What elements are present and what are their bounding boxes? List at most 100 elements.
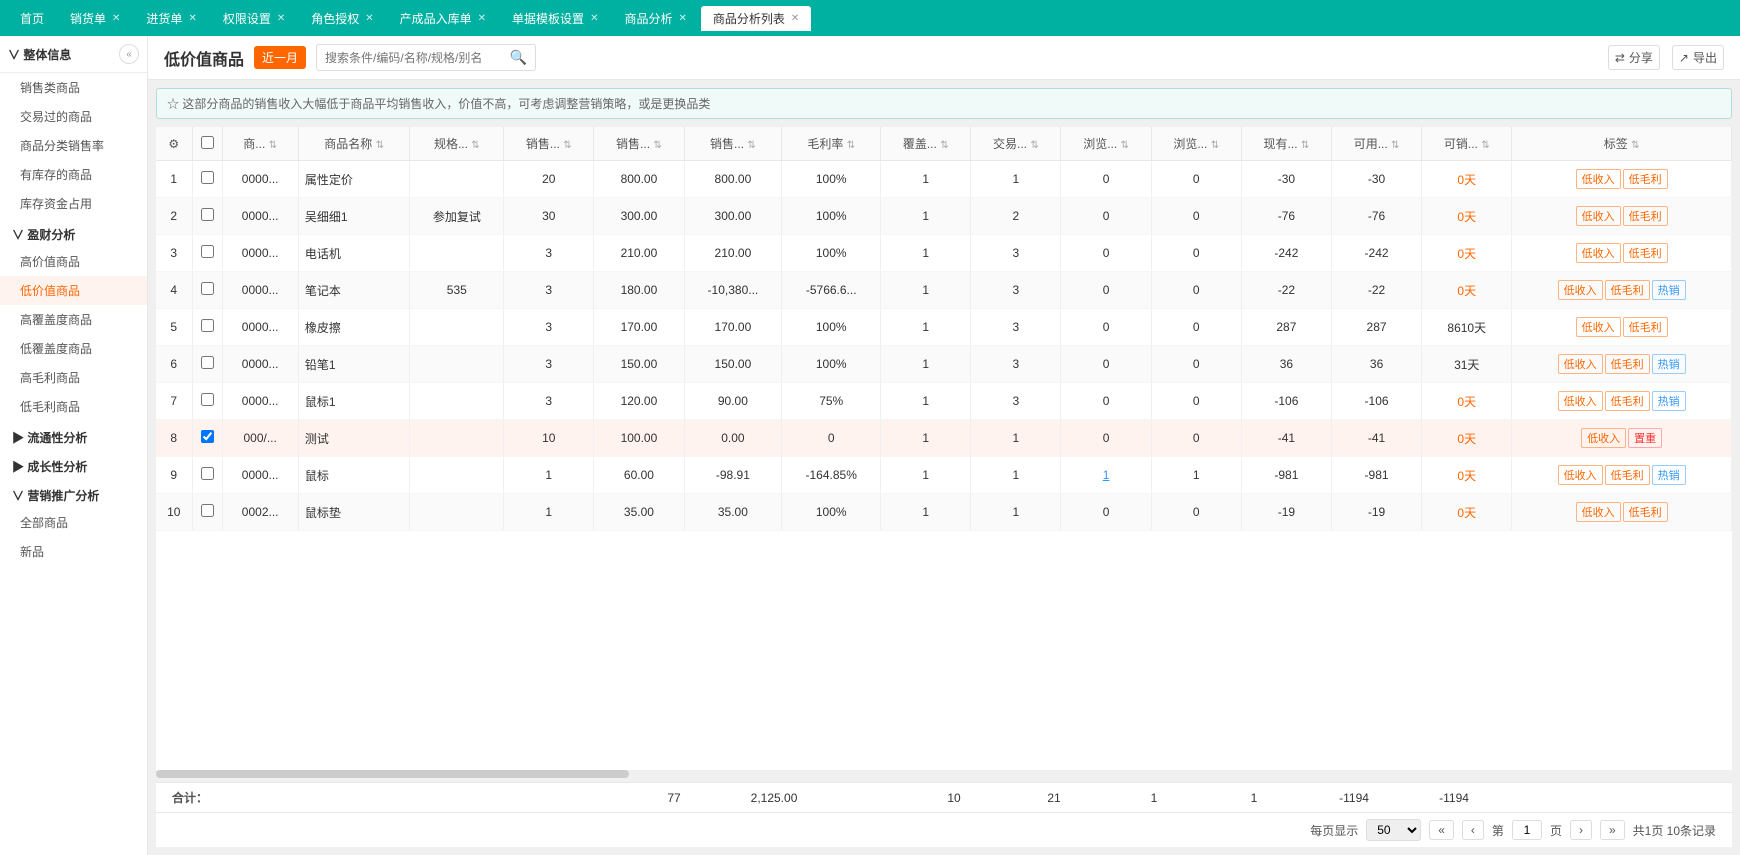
- tag: 低收入: [1558, 465, 1603, 485]
- sidebar-item-stocked-goods[interactable]: 有库存的商品: [0, 160, 147, 189]
- sidebar-item-low-coverage[interactable]: 低覆盖度商品: [0, 334, 147, 363]
- tag: 低收入: [1576, 169, 1621, 189]
- sidebar-item-high-margin[interactable]: 高毛利商品: [0, 363, 147, 392]
- nav-goods-analysis[interactable]: 商品分析 ✕: [612, 6, 698, 31]
- nav-sales-order[interactable]: 销货单 ✕: [58, 6, 132, 31]
- th-trade[interactable]: 交易... ⇅: [971, 127, 1061, 161]
- pagination-bar: 每页显示 50 20 100 « ‹ 第 页 › » 共1页 10条记录: [156, 812, 1732, 847]
- th-margin[interactable]: 毛利率 ⇅: [782, 127, 881, 161]
- cell-tags: 低收入低毛利: [1512, 309, 1732, 346]
- row-checkbox[interactable]: [201, 356, 214, 369]
- close-icon[interactable]: ✕: [590, 13, 598, 24]
- footer-col6: 21: [1024, 791, 1084, 805]
- sidebar-item-high-coverage[interactable]: 高覆盖度商品: [0, 305, 147, 334]
- th-name[interactable]: 商品名称 ⇅: [298, 127, 410, 161]
- cell-current: -41: [1241, 420, 1331, 457]
- sidebar-item-new-goods[interactable]: 新品: [0, 537, 147, 566]
- first-page-btn[interactable]: «: [1429, 820, 1454, 840]
- th-spec[interactable]: 规格... ⇅: [410, 127, 504, 161]
- filter-recent-month-btn[interactable]: 近一月: [254, 46, 306, 69]
- row-checkbox[interactable]: [201, 245, 214, 258]
- cell-index: 9: [156, 457, 192, 494]
- share-btn[interactable]: ⇄ 分享: [1608, 45, 1660, 70]
- cell-available: -981: [1331, 457, 1421, 494]
- nav-purchase-order[interactable]: 进货单 ✕: [134, 6, 208, 31]
- cell-sales1: 1: [504, 457, 594, 494]
- th-sales1[interactable]: 销售... ⇅: [504, 127, 594, 161]
- th-tags[interactable]: 标签 ⇅: [1512, 127, 1732, 161]
- tag: 热销: [1652, 280, 1686, 300]
- th-browse1[interactable]: 浏览... ⇅: [1061, 127, 1151, 161]
- row-checkbox[interactable]: [201, 504, 214, 517]
- close-icon[interactable]: ✕: [678, 13, 686, 24]
- th-sales2[interactable]: 销售... ⇅: [594, 127, 684, 161]
- sidebar-item-traded-goods[interactable]: 交易过的商品: [0, 102, 147, 131]
- cell-browse1[interactable]: 1: [1061, 457, 1151, 494]
- cell-spec: [410, 161, 504, 198]
- close-icon[interactable]: ✕: [365, 13, 373, 24]
- sidebar-item-low-value[interactable]: 低价值商品: [0, 276, 147, 305]
- next-page-btn[interactable]: ›: [1570, 820, 1592, 840]
- th-available[interactable]: 可用... ⇅: [1331, 127, 1421, 161]
- cell-coverage: 1: [881, 346, 971, 383]
- sidebar-item-category-sales[interactable]: 商品分类销售率: [0, 131, 147, 160]
- cell-current: -242: [1241, 235, 1331, 272]
- sidebar-item-all-goods[interactable]: 全部商品: [0, 508, 147, 537]
- nav-goods-analysis-list[interactable]: 商品分析列表 ✕: [701, 6, 811, 31]
- scrollbar-thumb[interactable]: [156, 770, 629, 778]
- search-box: 🔍: [316, 44, 536, 71]
- sidebar-item-inventory-capital[interactable]: 库存资金占用: [0, 189, 147, 218]
- select-all-checkbox[interactable]: [201, 136, 214, 149]
- sidebar-item-high-value[interactable]: 高价值商品: [0, 247, 147, 276]
- th-code[interactable]: 商... ⇅: [222, 127, 298, 161]
- cell-trade: 3: [971, 383, 1061, 420]
- sidebar-collapse-btn[interactable]: «: [119, 44, 139, 64]
- cell-margin: -164.85%: [782, 457, 881, 494]
- sidebar-item-sales-goods[interactable]: 销售类商品: [0, 73, 147, 102]
- th-sales3[interactable]: 销售... ⇅: [684, 127, 782, 161]
- search-icon[interactable]: 🔍: [510, 49, 527, 66]
- nav-home[interactable]: 首页: [8, 6, 56, 31]
- cell-available: -106: [1331, 383, 1421, 420]
- cell-sales3: 300.00: [684, 198, 782, 235]
- page-number-input[interactable]: [1512, 820, 1542, 840]
- nav-role-auth[interactable]: 角色授权 ✕: [299, 6, 385, 31]
- export-btn[interactable]: ↗ 导出: [1672, 45, 1724, 70]
- row-checkbox[interactable]: [201, 467, 214, 480]
- sidebar: ∨ 整体信息 « 销售类商品 交易过的商品 商品分类销售率 有库存的商品 库存资…: [0, 36, 148, 855]
- cell-tags: 低收入低毛利热销: [1512, 272, 1732, 309]
- horizontal-scrollbar[interactable]: [156, 770, 1732, 778]
- th-browse2[interactable]: 浏览... ⇅: [1151, 127, 1241, 161]
- th-coverage[interactable]: 覆盖... ⇅: [881, 127, 971, 161]
- row-checkbox[interactable]: [201, 171, 214, 184]
- nav-permission-settings[interactable]: 权限设置 ✕: [211, 6, 297, 31]
- row-checkbox[interactable]: [201, 393, 214, 406]
- close-icon[interactable]: ✕: [791, 13, 799, 24]
- search-input[interactable]: [325, 51, 506, 65]
- cell-trade: 3: [971, 309, 1061, 346]
- cell-current: -76: [1241, 198, 1331, 235]
- cell-index: 8: [156, 420, 192, 457]
- last-page-btn[interactable]: »: [1600, 820, 1625, 840]
- notice-text: ☆ 这部分商品的销售收入大幅低于商品平均销售收入，价值不高，可考虑调整营销策略，…: [167, 95, 710, 112]
- sidebar-group-growth[interactable]: ▶ 成长性分析: [0, 450, 147, 479]
- close-icon[interactable]: ✕: [277, 13, 285, 24]
- nav-template-settings[interactable]: 单据模板设置 ✕: [500, 6, 610, 31]
- cell-browse2: 0: [1151, 383, 1241, 420]
- row-checkbox[interactable]: [201, 430, 214, 443]
- close-icon[interactable]: ✕: [188, 13, 196, 24]
- row-checkbox[interactable]: [201, 319, 214, 332]
- sidebar-item-low-margin[interactable]: 低毛利商品: [0, 392, 147, 421]
- close-icon[interactable]: ✕: [112, 13, 120, 24]
- th-settings[interactable]: ⚙: [156, 127, 192, 161]
- close-icon[interactable]: ✕: [478, 13, 486, 24]
- nav-product-inbound[interactable]: 产成品入库单 ✕: [388, 6, 498, 31]
- sidebar-group-flow[interactable]: ▶ 流通性分析: [0, 421, 147, 450]
- row-checkbox[interactable]: [201, 208, 214, 221]
- th-saleable[interactable]: 可销... ⇅: [1422, 127, 1512, 161]
- th-current[interactable]: 现有... ⇅: [1241, 127, 1331, 161]
- row-checkbox[interactable]: [201, 282, 214, 295]
- prev-page-btn[interactable]: ‹: [1462, 820, 1484, 840]
- page-header: 低价值商品 近一月 🔍 ⇄ 分享 ↗ 导出: [148, 36, 1740, 80]
- page-size-select[interactable]: 50 20 100: [1366, 819, 1421, 841]
